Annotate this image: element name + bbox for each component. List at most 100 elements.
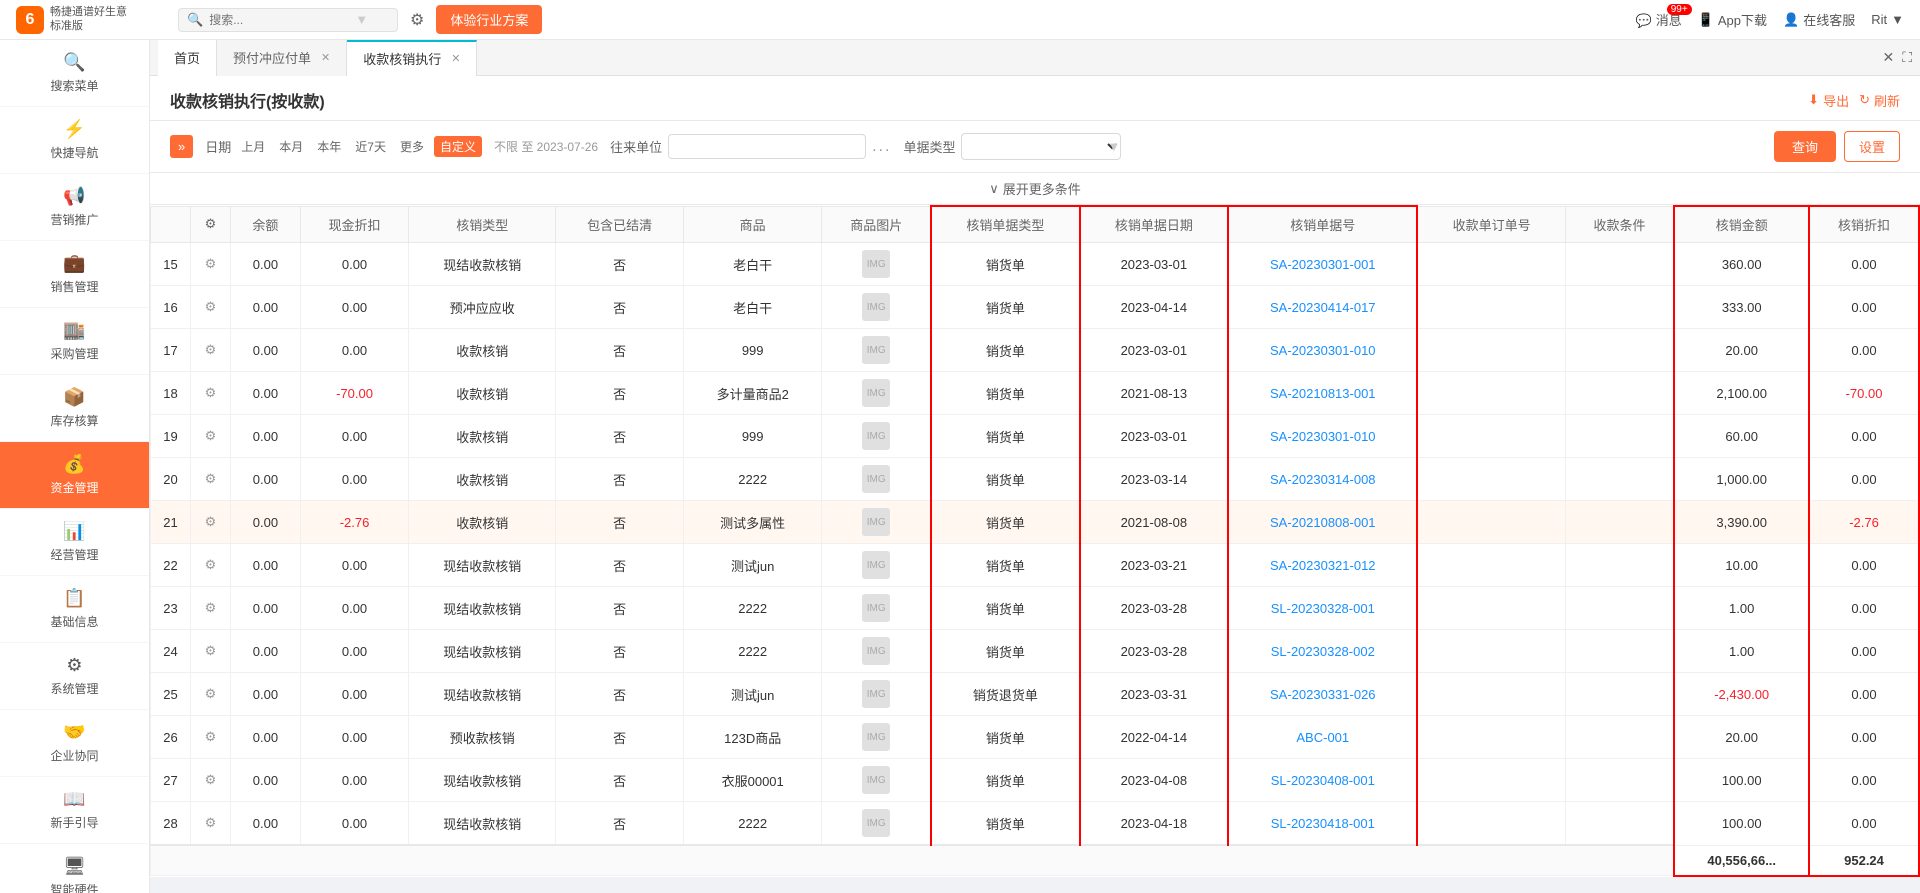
sidebar-item-marketing[interactable]: 📢 营销推广 bbox=[0, 174, 149, 241]
cell-settings[interactable]: ⚙ bbox=[191, 501, 231, 544]
tab-home[interactable]: 首页 bbox=[158, 40, 217, 76]
query-button[interactable]: 查询 bbox=[1774, 131, 1836, 162]
cell-cash-discount: 0.00 bbox=[300, 802, 408, 846]
cell-cancel-amount: 10.00 bbox=[1674, 544, 1809, 587]
refresh-button[interactable]: ↻ 刷新 bbox=[1859, 91, 1900, 110]
tab-prepay[interactable]: 预付冲应付单 ✕ bbox=[217, 40, 347, 76]
cell-cancel-voucher-no[interactable]: SL-20230408-001 bbox=[1228, 759, 1417, 802]
cell-cancel-voucher-no[interactable]: SA-20210808-001 bbox=[1228, 501, 1417, 544]
sidebar-item-hardware[interactable]: 🖥 智能硬件 bbox=[0, 844, 149, 893]
service-icon: 👤 bbox=[1783, 12, 1799, 28]
tab-prepay-close[interactable]: ✕ bbox=[321, 51, 330, 64]
gear-icon[interactable]: ⚙ bbox=[410, 10, 424, 30]
sidebar-item-system[interactable]: ⚙ 系统管理 bbox=[0, 643, 149, 710]
filter-counterpart-input[interactable] bbox=[668, 134, 866, 159]
cell-cancel-voucher-no[interactable]: SL-20230418-001 bbox=[1228, 802, 1417, 846]
filter-last-month-btn[interactable]: 上月 bbox=[237, 136, 269, 157]
app-download-button[interactable]: 📱 App下载 bbox=[1698, 10, 1767, 29]
filter-more-date-btn[interactable]: 更多 bbox=[396, 136, 428, 157]
cell-settings[interactable]: ⚙ bbox=[191, 458, 231, 501]
cell-cancel-voucher-no[interactable]: SL-20230328-002 bbox=[1228, 630, 1417, 673]
cell-cancel-voucher-no[interactable]: SA-20230301-010 bbox=[1228, 415, 1417, 458]
cell-cancel-voucher-no[interactable]: SA-20230301-001 bbox=[1228, 243, 1417, 286]
cell-receipt-condition bbox=[1565, 372, 1674, 415]
cell-settings[interactable]: ⚙ bbox=[191, 587, 231, 630]
settings-button[interactable]: 设置 bbox=[1844, 131, 1900, 162]
cell-balance: 0.00 bbox=[231, 802, 301, 846]
filter-this-year-btn[interactable]: 本年 bbox=[313, 136, 345, 157]
filter-voucher-type-select[interactable] bbox=[961, 133, 1121, 160]
filter-dots-btn[interactable]: ... bbox=[872, 138, 891, 156]
cell-include-settled: 否 bbox=[556, 286, 684, 329]
top-search[interactable]: 🔍 ▼ bbox=[178, 8, 398, 32]
sidebar-item-operations[interactable]: 📊 经营管理 bbox=[0, 509, 149, 576]
sidebar-item-search[interactable]: 🔍 搜索菜单 bbox=[0, 40, 149, 107]
cell-cancel-voucher-no[interactable]: SA-20230321-012 bbox=[1228, 544, 1417, 587]
table-row: 27 ⚙ 0.00 0.00 现结收款核销 否 衣服00001 IMG 销货单 … bbox=[151, 759, 1920, 802]
filter-this-month-btn[interactable]: 本月 bbox=[275, 136, 307, 157]
sidebar-item-sales[interactable]: 💼 销售管理 bbox=[0, 241, 149, 308]
filter-7days-btn[interactable]: 近7天 bbox=[351, 136, 390, 157]
cell-cancel-discount: 0.00 bbox=[1809, 802, 1919, 846]
tab-fullscreen-icon[interactable]: ⛶ bbox=[1902, 49, 1912, 66]
cell-settings[interactable]: ⚙ bbox=[191, 544, 231, 587]
col-settings[interactable]: ⚙ bbox=[191, 206, 231, 243]
cell-product-image: IMG bbox=[822, 716, 931, 759]
cell-cancel-voucher-no[interactable]: SA-20210813-001 bbox=[1228, 372, 1417, 415]
tab-receipt[interactable]: 收款核销执行 ✕ bbox=[347, 40, 477, 76]
sidebar-item-finance[interactable]: 💰 资金管理 bbox=[0, 442, 149, 509]
marketing-icon: 📢 bbox=[63, 186, 85, 207]
cell-cancel-type: 现结收款核销 bbox=[409, 243, 556, 286]
cell-product: 测试jun bbox=[683, 673, 821, 716]
cell-settings[interactable]: ⚙ bbox=[191, 716, 231, 759]
filter-expand-button[interactable]: » bbox=[170, 135, 193, 158]
cell-settings[interactable]: ⚙ bbox=[191, 372, 231, 415]
hardware-icon: 🖥 bbox=[63, 856, 86, 877]
tab-receipt-close[interactable]: ✕ bbox=[451, 52, 460, 65]
expand-more-button[interactable]: ∨ 展开更多条件 bbox=[989, 179, 1081, 198]
export-button[interactable]: ⬇ 导出 bbox=[1808, 91, 1849, 110]
message-button[interactable]: 💬 消息 99+ bbox=[1636, 10, 1682, 29]
cell-cancel-voucher-no[interactable]: SA-20230414-017 bbox=[1228, 286, 1417, 329]
cell-cancel-voucher-no[interactable]: SL-20230328-001 bbox=[1228, 587, 1417, 630]
cell-receipt-order-no bbox=[1417, 802, 1565, 846]
inventory-icon: 📦 bbox=[63, 387, 85, 408]
cell-cancel-discount: 0.00 bbox=[1809, 759, 1919, 802]
cell-settings[interactable]: ⚙ bbox=[191, 630, 231, 673]
online-service-button[interactable]: 👤 在线客服 bbox=[1783, 10, 1855, 29]
dropdown-icon: ▼ bbox=[355, 12, 368, 27]
cell-settings[interactable]: ⚙ bbox=[191, 415, 231, 458]
refresh-label: 刷新 bbox=[1874, 91, 1900, 110]
cell-cancel-voucher-no[interactable]: SA-20230301-010 bbox=[1228, 329, 1417, 372]
cell-cancel-discount: -2.76 bbox=[1809, 501, 1919, 544]
solution-button[interactable]: 体验行业方案 bbox=[436, 5, 542, 34]
sidebar-item-inventory[interactable]: 📦 库存核算 bbox=[0, 375, 149, 442]
cell-product: 老白干 bbox=[683, 286, 821, 329]
cell-settings[interactable]: ⚙ bbox=[191, 286, 231, 329]
sidebar-item-quick-nav[interactable]: ⚡ 快捷导航 bbox=[0, 107, 149, 174]
main-layout: 🔍 搜索菜单 ⚡ 快捷导航 📢 营销推广 💼 销售管理 🏬 采购管理 📦 库存核… bbox=[0, 40, 1920, 893]
user-dropdown-icon: ▼ bbox=[1891, 12, 1904, 27]
cell-cancel-type: 收款核销 bbox=[409, 458, 556, 501]
sidebar-item-guide[interactable]: 📖 新手引导 bbox=[0, 777, 149, 844]
sidebar-item-purchase[interactable]: 🏬 采购管理 bbox=[0, 308, 149, 375]
sidebar-item-enterprise[interactable]: 🤝 企业协同 bbox=[0, 710, 149, 777]
cell-receipt-condition bbox=[1565, 630, 1674, 673]
cell-cancel-voucher-type: 销货单 bbox=[931, 372, 1080, 415]
sidebar-item-basics[interactable]: 📋 基础信息 bbox=[0, 576, 149, 643]
cell-settings[interactable]: ⚙ bbox=[191, 673, 231, 716]
cell-settings[interactable]: ⚙ bbox=[191, 802, 231, 846]
cell-cash-discount: -2.76 bbox=[300, 501, 408, 544]
filter-custom-date-btn[interactable]: 自定义 bbox=[434, 136, 482, 157]
cell-cancel-voucher-no[interactable]: SA-20230314-008 bbox=[1228, 458, 1417, 501]
cell-balance: 0.00 bbox=[231, 759, 301, 802]
operations-icon: 📊 bbox=[63, 521, 85, 542]
tab-close-all-icon[interactable]: ✕ bbox=[1882, 49, 1894, 66]
cell-settings[interactable]: ⚙ bbox=[191, 243, 231, 286]
cell-settings[interactable]: ⚙ bbox=[191, 329, 231, 372]
cell-cancel-voucher-no[interactable]: SA-20230331-026 bbox=[1228, 673, 1417, 716]
cell-settings[interactable]: ⚙ bbox=[191, 759, 231, 802]
search-input[interactable] bbox=[209, 13, 349, 27]
cell-cancel-voucher-no[interactable]: ABC-001 bbox=[1228, 716, 1417, 759]
user-menu[interactable]: Rit ▼ bbox=[1871, 12, 1904, 27]
